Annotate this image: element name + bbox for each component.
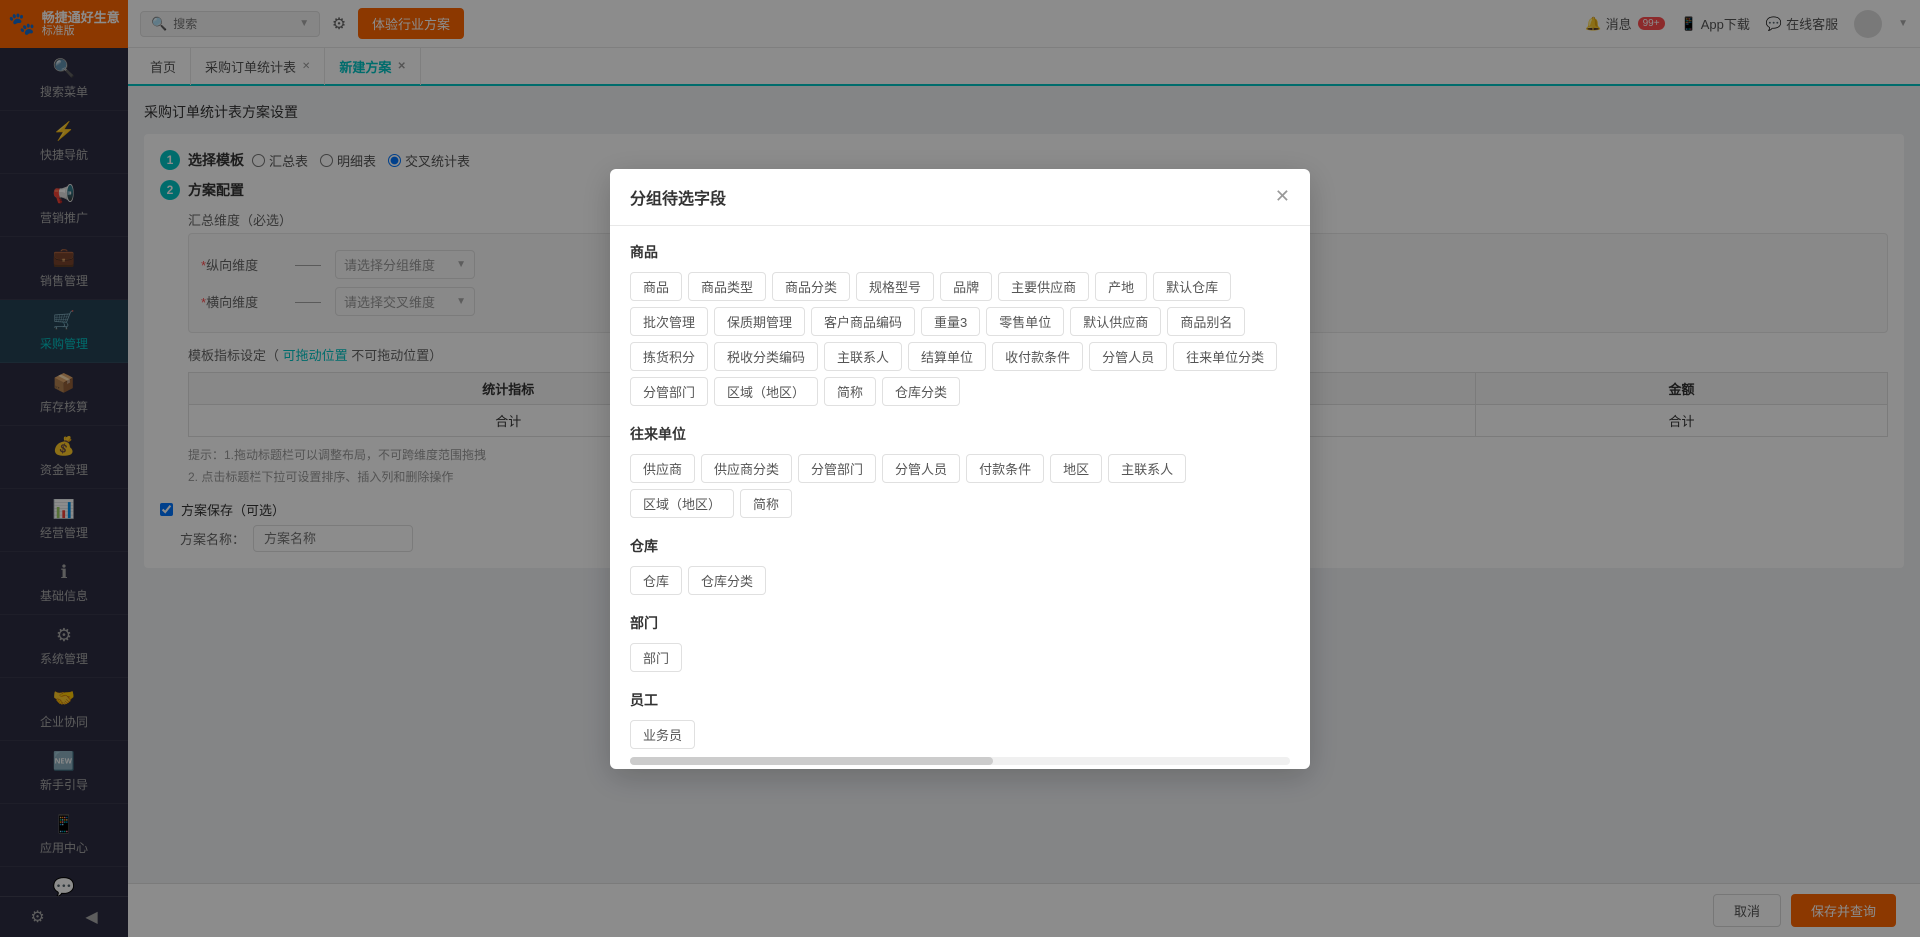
field-chip-2-1[interactable]: 仓库分类 (688, 566, 766, 595)
modal-section-title-0: 商品 (630, 242, 1290, 262)
field-chip-0-1[interactable]: 商品类型 (688, 272, 766, 301)
modal-section-title-2: 仓库 (630, 536, 1290, 556)
field-chip-0-13[interactable]: 默认供应商 (1070, 307, 1161, 336)
modal-section-title-3: 部门 (630, 613, 1290, 633)
modal-section-title-4: 员工 (630, 690, 1290, 710)
modal-hscroll[interactable] (630, 757, 1290, 765)
modal-header: 分组待选字段 ✕ (610, 169, 1310, 226)
field-chip-1-1[interactable]: 供应商分类 (701, 454, 792, 483)
field-chip-0-20[interactable]: 分管人员 (1089, 342, 1167, 371)
field-chip-0-5[interactable]: 主要供应商 (998, 272, 1089, 301)
field-chip-0-14[interactable]: 商品别名 (1167, 307, 1245, 336)
field-chip-0-18[interactable]: 结算单位 (908, 342, 986, 371)
field-chip-1-0[interactable]: 供应商 (630, 454, 695, 483)
field-chip-0-25[interactable]: 仓库分类 (882, 377, 960, 406)
modal-hscroll-thumb (630, 757, 993, 765)
field-chip-0-12[interactable]: 零售单位 (986, 307, 1064, 336)
field-chip-1-6[interactable]: 主联系人 (1108, 454, 1186, 483)
modal-dialog: 分组待选字段 ✕ 商品商品商品类型商品分类规格型号品牌主要供应商产地默认仓库批次… (610, 169, 1310, 769)
field-chip-0-8[interactable]: 批次管理 (630, 307, 708, 336)
field-chip-1-5[interactable]: 地区 (1050, 454, 1102, 483)
modal-section-4: 员工业务员 (630, 690, 1290, 749)
field-chip-0-4[interactable]: 品牌 (940, 272, 992, 301)
modal-title: 分组待选字段 (630, 185, 726, 209)
field-chip-0-24[interactable]: 简称 (824, 377, 876, 406)
field-chips-2: 仓库仓库分类 (630, 566, 1290, 595)
field-chip-0-17[interactable]: 主联系人 (824, 342, 902, 371)
field-chip-0-2[interactable]: 商品分类 (772, 272, 850, 301)
field-chip-1-7[interactable]: 区域（地区） (630, 489, 734, 518)
field-chips-0: 商品商品类型商品分类规格型号品牌主要供应商产地默认仓库批次管理保质期管理客户商品… (630, 272, 1290, 406)
modal-section-title-1: 往来单位 (630, 424, 1290, 444)
field-chip-4-0[interactable]: 业务员 (630, 720, 695, 749)
field-chip-0-7[interactable]: 默认仓库 (1153, 272, 1231, 301)
field-chip-1-2[interactable]: 分管部门 (798, 454, 876, 483)
field-chips-1: 供应商供应商分类分管部门分管人员付款条件地区主联系人区域（地区）简称 (630, 454, 1290, 518)
modal-section-3: 部门部门 (630, 613, 1290, 672)
field-chip-0-19[interactable]: 收付款条件 (992, 342, 1083, 371)
field-chip-0-15[interactable]: 拣货积分 (630, 342, 708, 371)
field-chip-3-0[interactable]: 部门 (630, 643, 682, 672)
modal-section-0: 商品商品商品类型商品分类规格型号品牌主要供应商产地默认仓库批次管理保质期管理客户… (630, 242, 1290, 406)
field-chips-4: 业务员 (630, 720, 1290, 749)
field-chip-0-6[interactable]: 产地 (1095, 272, 1147, 301)
modal-close-button[interactable]: ✕ (1275, 186, 1290, 207)
field-chip-0-21[interactable]: 往来单位分类 (1173, 342, 1277, 371)
modal-overlay: 分组待选字段 ✕ 商品商品商品类型商品分类规格型号品牌主要供应商产地默认仓库批次… (0, 0, 1920, 937)
field-chips-3: 部门 (630, 643, 1290, 672)
field-chip-0-0[interactable]: 商品 (630, 272, 682, 301)
field-chip-0-22[interactable]: 分管部门 (630, 377, 708, 406)
field-chip-2-0[interactable]: 仓库 (630, 566, 682, 595)
field-chip-1-8[interactable]: 简称 (740, 489, 792, 518)
field-chip-0-11[interactable]: 重量3 (921, 307, 980, 336)
field-chip-0-10[interactable]: 客户商品编码 (811, 307, 915, 336)
field-chip-0-23[interactable]: 区域（地区） (714, 377, 818, 406)
field-chip-0-16[interactable]: 税收分类编码 (714, 342, 818, 371)
field-chip-0-3[interactable]: 规格型号 (856, 272, 934, 301)
modal-section-1: 往来单位供应商供应商分类分管部门分管人员付款条件地区主联系人区域（地区）简称 (630, 424, 1290, 518)
field-chip-1-4[interactable]: 付款条件 (966, 454, 1044, 483)
modal-section-2: 仓库仓库仓库分类 (630, 536, 1290, 595)
field-chip-0-9[interactable]: 保质期管理 (714, 307, 805, 336)
modal-body: 商品商品商品类型商品分类规格型号品牌主要供应商产地默认仓库批次管理保质期管理客户… (610, 226, 1310, 757)
field-chip-1-3[interactable]: 分管人员 (882, 454, 960, 483)
